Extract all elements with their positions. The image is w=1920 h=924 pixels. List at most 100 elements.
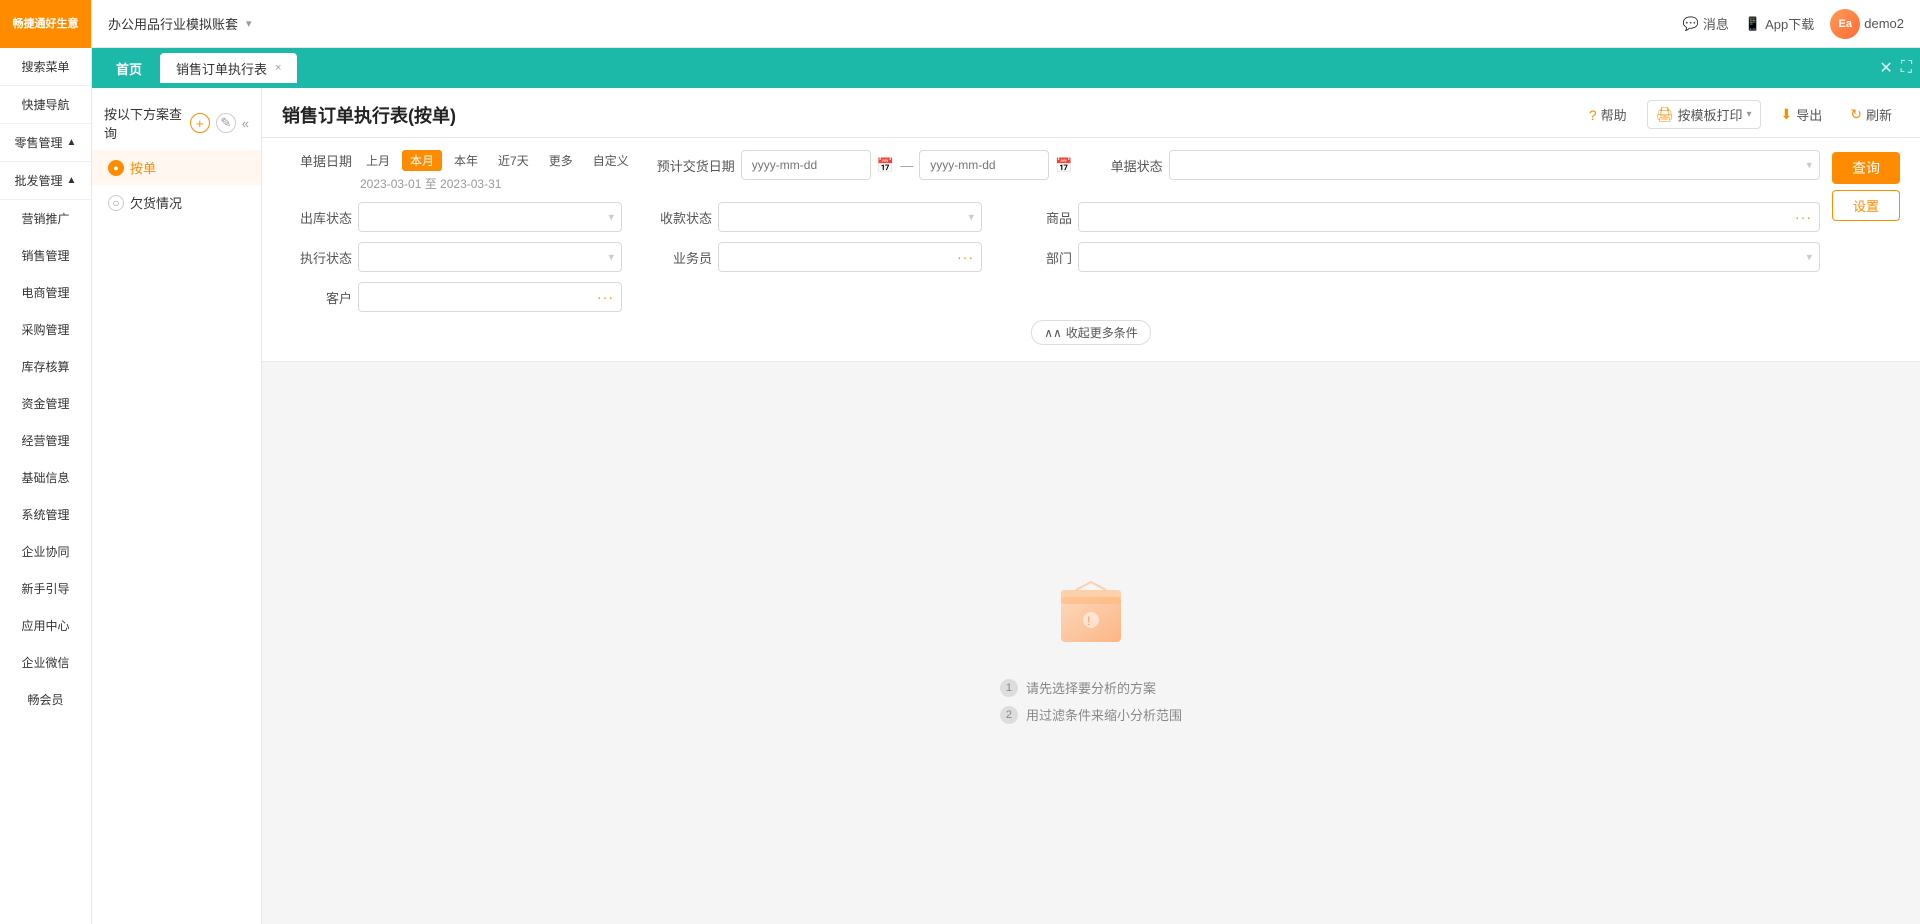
sidebar-item-basics[interactable]: 基础信息 — [0, 459, 91, 496]
empty-num-1: 1 — [1000, 679, 1018, 697]
date-tab-custom[interactable]: 自定义 — [585, 150, 637, 171]
add-scheme-btn[interactable]: + — [190, 113, 210, 133]
customer-more-icon[interactable]: ··· — [597, 289, 614, 305]
sidebar-item-finance[interactable]: 资金管理 — [0, 385, 91, 422]
sidebar-item-retail[interactable]: 零售管理 ▲ — [0, 124, 91, 161]
collapse-more-btn[interactable]: ∧∧ 收起更多条件 — [1031, 320, 1151, 345]
query-button[interactable]: 查询 — [1832, 152, 1900, 184]
sidebar-item-marketing[interactable]: 营销推广 — [0, 200, 91, 237]
tab-close-window-icon[interactable]: ✕ — [1879, 58, 1892, 78]
message-icon: 💬 — [1683, 16, 1699, 32]
collapse-row: ∧∧ 收起更多条件 — [282, 312, 1900, 349]
salesperson-more-icon[interactable]: ··· — [957, 249, 974, 265]
page-title: 销售订单执行表(按单) — [282, 102, 456, 128]
sidebar: 畅捷通好生意 搜索菜单 快捷导航 零售管理 ▲ 批发管理 ▲ 营销推广 销售管理… — [0, 0, 92, 924]
sidebar-item-operations[interactable]: 经营管理 — [0, 422, 91, 459]
sidebar-item-member[interactable]: 畅会员 — [0, 681, 91, 718]
date-tab-lastmonth[interactable]: 上月 — [358, 150, 398, 171]
delivery-status-select[interactable] — [358, 202, 622, 232]
department-label: 部门 — [1002, 248, 1072, 267]
tab-home[interactable]: 首页 — [100, 53, 158, 83]
print-dropdown-icon: ▾ — [1746, 109, 1751, 120]
app-download-btn[interactable]: 📱 App下载 — [1745, 14, 1814, 33]
page-area: 按以下方案查询 + ✎ « ● 按单 ○ 欠货情况 销售订单执行表(按单) — [92, 88, 1920, 924]
department-select[interactable] — [1078, 242, 1820, 272]
sidebar-item-newuser[interactable]: 新手引导 — [0, 570, 91, 607]
sidebar-item-system[interactable]: 系统管理 — [0, 496, 91, 533]
messages-btn[interactable]: 💬 消息 — [1683, 14, 1729, 33]
menu-circle-icon: ○ — [108, 195, 124, 211]
date-label: 单据日期 — [282, 151, 352, 170]
filter-area: 单据日期 上月 本月 本年 近7天 更多 自定义 — [262, 138, 1920, 362]
main-panel: 销售订单执行表(按单) ? 帮助 🖨 按模板打印 ▾ ⬇ 导出 — [262, 88, 1920, 924]
edit-scheme-btn[interactable]: ✎ — [216, 113, 236, 133]
goods-input[interactable] — [1078, 202, 1820, 232]
salesperson-label: 业务员 — [642, 248, 712, 267]
exec-status-label: 执行状态 — [282, 248, 352, 267]
wholesale-arrow-icon: ▲ — [67, 175, 77, 186]
sidebar-section-retail: 零售管理 ▲ — [0, 124, 91, 162]
sidebar-item-purchase[interactable]: 采购管理 — [0, 311, 91, 348]
date-tab-7days[interactable]: 近7天 — [490, 150, 537, 171]
help-btn[interactable]: ? 帮助 — [1581, 101, 1635, 128]
tab-close-icon[interactable]: × — [275, 63, 281, 74]
top-header-right: 💬 消息 📱 App下载 Ea demo2 — [1683, 9, 1904, 39]
delivery-status-label: 出库状态 — [282, 208, 352, 227]
date-tabs: 上月 本月 本年 近7天 更多 自定义 — [358, 150, 637, 171]
collapse-panel-icon[interactable]: « — [242, 116, 249, 131]
export-btn[interactable]: ⬇ 导出 — [1773, 101, 1831, 128]
nav-dropdown-icon[interactable]: ▾ — [246, 17, 252, 30]
print-icon: 🖨 — [1656, 106, 1674, 123]
sidebar-item-search[interactable]: 搜索菜单 — [0, 48, 91, 86]
collapse-chevron-icon: ∧∧ — [1044, 326, 1062, 340]
customer-input[interactable] — [358, 282, 622, 312]
filter-right-btns: 查询 设置 — [1832, 150, 1900, 221]
refresh-btn[interactable]: ↻ 刷新 — [1842, 101, 1900, 128]
left-panel: 按以下方案查询 + ✎ « ● 按单 ○ 欠货情况 — [92, 88, 262, 924]
sidebar-item-appcenter[interactable]: 应用中心 — [0, 607, 91, 644]
left-panel-header: 按以下方案查询 + ✎ « — [92, 100, 261, 150]
goods-more-icon[interactable]: ··· — [1795, 209, 1812, 225]
salesperson-input[interactable] — [718, 242, 982, 272]
date-tab-more[interactable]: 更多 — [541, 150, 581, 171]
sidebar-item-inventory[interactable]: 库存核算 — [0, 348, 91, 385]
page-actions: ? 帮助 🖨 按模板打印 ▾ ⬇ 导出 ↻ 刷新 — [1581, 100, 1900, 129]
empty-num-2: 2 — [1000, 706, 1018, 724]
tab-expand-icon[interactable]: ⛶ — [1901, 59, 1912, 77]
empty-text-1: 1 请先选择要分析的方案 — [1000, 678, 1182, 697]
sidebar-item-wechat[interactable]: 企业微信 — [0, 644, 91, 681]
sidebar-item-quicknav[interactable]: 快捷导航 — [0, 86, 91, 124]
status-label: 单据状态 — [1093, 156, 1163, 175]
goods-label: 商品 — [1002, 208, 1072, 227]
sidebar-item-enterprise[interactable]: 企业协同 — [0, 533, 91, 570]
expected-date-label: 预计交货日期 — [657, 156, 735, 175]
top-header-left: 办公用品行业模拟账套 ▾ — [108, 14, 252, 33]
expected-date-end-calendar-icon[interactable]: 📅 — [1055, 157, 1072, 174]
sidebar-item-wholesale[interactable]: 批发管理 ▲ — [0, 162, 91, 199]
page-header: 销售订单执行表(按单) ? 帮助 🖨 按模板打印 ▾ ⬇ 导出 — [262, 88, 1920, 138]
tab-sales-order[interactable]: 销售订单执行表 × — [160, 53, 297, 83]
tab-bar-actions: ✕ ⛶ — [1879, 58, 1912, 78]
exec-status-select[interactable] — [358, 242, 622, 272]
top-header: 办公用品行业模拟账套 ▾ 💬 消息 📱 App下载 Ea demo2 — [92, 0, 1920, 48]
expected-date-end-input[interactable] — [919, 150, 1049, 180]
sidebar-item-ecommerce[interactable]: 电商管理 — [0, 274, 91, 311]
filter-main: 单据日期 上月 本月 本年 近7天 更多 自定义 — [282, 150, 1900, 312]
menu-item-by-order[interactable]: ● 按单 — [92, 150, 261, 185]
status-select[interactable] — [1169, 150, 1820, 180]
refresh-icon: ↻ — [1850, 106, 1862, 123]
expected-date-start-calendar-icon[interactable]: 📅 — [877, 157, 894, 174]
user-profile-btn[interactable]: Ea demo2 — [1830, 9, 1904, 39]
collection-status-select[interactable] — [718, 202, 982, 232]
sidebar-item-sales[interactable]: 销售管理 — [0, 237, 91, 274]
customer-label: 客户 — [282, 288, 352, 307]
template-print-btn[interactable]: 🖨 按模板打印 ▾ — [1647, 100, 1761, 129]
avatar: Ea — [1830, 9, 1860, 39]
main-content: 办公用品行业模拟账套 ▾ 💬 消息 📱 App下载 Ea demo2 首页 — [92, 0, 1920, 924]
menu-item-shortage[interactable]: ○ 欠货情况 — [92, 185, 261, 220]
settings-button[interactable]: 设置 — [1832, 190, 1900, 221]
date-tab-thisyear[interactable]: 本年 — [446, 150, 486, 171]
sidebar-logo: 畅捷通好生意 — [0, 0, 91, 48]
expected-date-start-input[interactable] — [741, 150, 871, 180]
date-tab-thismonth[interactable]: 本月 — [402, 150, 442, 171]
